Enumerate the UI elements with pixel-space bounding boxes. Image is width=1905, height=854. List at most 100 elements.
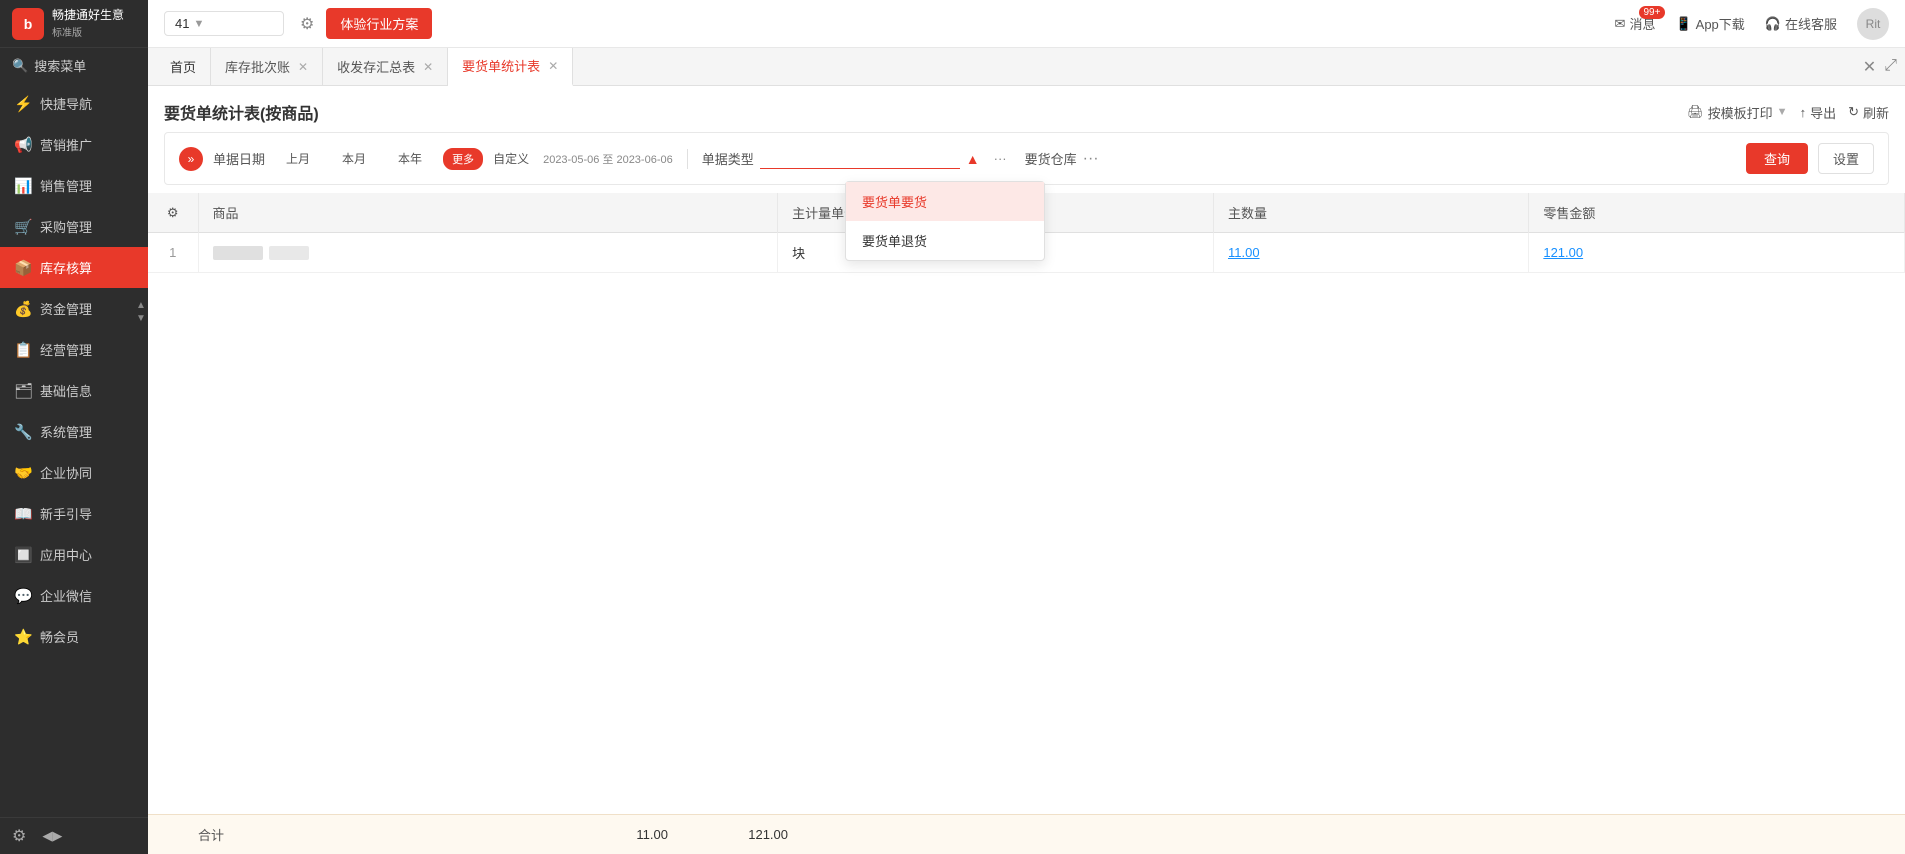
wechat-icon: 💬 bbox=[14, 587, 32, 605]
refresh-label: 刷新 bbox=[1863, 103, 1889, 122]
date-btn-7days[interactable]: 更多 bbox=[443, 148, 483, 170]
sidebar-item-wechat[interactable]: 💬 企业微信 bbox=[0, 575, 148, 616]
sidebar-item-sales[interactable]: 📊 销售管理 bbox=[0, 165, 148, 206]
sidebar-item-inventory-label: 库存核算 bbox=[40, 258, 92, 277]
sidebar-item-purchase[interactable]: 🛒 采购管理 bbox=[0, 206, 148, 247]
user-avatar[interactable]: Rit bbox=[1857, 8, 1889, 40]
tab-bar-controls: ✕ ⤢ bbox=[1863, 57, 1905, 77]
type-filter-label: 单据类型 bbox=[702, 149, 754, 168]
cell-product bbox=[198, 233, 778, 273]
app-logo: b 畅捷通好生意 标准版 bbox=[0, 0, 148, 48]
tab-receive-close[interactable]: ✕ bbox=[423, 60, 433, 74]
warehouse-filter-field: 要货仓库 ··· bbox=[1025, 149, 1099, 168]
type-filter-input[interactable] bbox=[760, 149, 960, 169]
print-label: 按模板打印 bbox=[1708, 103, 1773, 122]
filter-settings-btn[interactable]: 设置 bbox=[1818, 143, 1874, 174]
sidebar-item-basic-label: 基础信息 bbox=[40, 381, 92, 400]
guide-icon: 📖 bbox=[14, 505, 32, 523]
store-settings-btn[interactable]: ⚙ bbox=[300, 14, 314, 34]
date-btn-last-month[interactable]: 上月 bbox=[275, 145, 321, 172]
store-selector[interactable]: 41 ▼ bbox=[164, 11, 284, 36]
dropdown-item-requisition-order[interactable]: 要货单要货 bbox=[846, 182, 1044, 221]
tab-batch-close[interactable]: ✕ bbox=[298, 60, 308, 74]
date-btn-this-year[interactable]: 本年 bbox=[387, 145, 433, 172]
col-quantity: 主数量 bbox=[1213, 193, 1528, 233]
filter-expand-btn[interactable]: » bbox=[179, 147, 203, 171]
sidebar-item-basic[interactable]: 🗂 基础信息 bbox=[0, 370, 148, 411]
sales-icon: 📊 bbox=[14, 177, 32, 195]
online-service-btn[interactable]: 🎧 在线客服 bbox=[1765, 14, 1837, 33]
tab-requisition[interactable]: 要货单统计表 ✕ bbox=[448, 48, 573, 86]
sidebar-item-member[interactable]: ⭐ 畅会员 bbox=[0, 616, 148, 657]
sidebar: b 畅捷通好生意 标准版 🔍 搜索菜单 ⚡ 快捷导航 📢 营销推广 📊 销售管理… bbox=[0, 0, 148, 854]
app-sub: 标准版 bbox=[52, 24, 124, 39]
tab-receive[interactable]: 收发存汇总表 ✕ bbox=[323, 48, 448, 86]
type-filter-arrow[interactable]: ▲ bbox=[966, 151, 980, 167]
date-btn-custom[interactable]: 自定义 bbox=[493, 150, 529, 167]
amount-link[interactable]: 121.00 bbox=[1543, 245, 1583, 260]
sidebar-item-operations[interactable]: 📋 经营管理 bbox=[0, 329, 148, 370]
sidebar-item-member-label: 畅会员 bbox=[40, 627, 79, 646]
tab-batch-label: 库存批次账 bbox=[225, 57, 290, 76]
enterprise-icon: 🤝 bbox=[14, 464, 32, 482]
sidebar-item-enterprise[interactable]: 🤝 企业协同 bbox=[0, 452, 148, 493]
tab-close-all-btn[interactable]: ✕ bbox=[1863, 57, 1876, 77]
message-icon: ✉ bbox=[1615, 16, 1626, 32]
trial-btn[interactable]: 体验行业方案 bbox=[326, 8, 432, 39]
refresh-btn[interactable]: ↻ 刷新 bbox=[1848, 103, 1889, 122]
footer-amount: 121.00 bbox=[682, 827, 802, 842]
sidebar-item-marketing[interactable]: 📢 营销推广 bbox=[0, 124, 148, 165]
app-download-label: App下载 bbox=[1696, 14, 1745, 33]
sidebar-item-wechat-label: 企业微信 bbox=[40, 586, 92, 605]
export-btn[interactable]: ↑ 导出 bbox=[1800, 103, 1837, 122]
quantity-link[interactable]: 11.00 bbox=[1228, 245, 1260, 260]
sidebar-item-app-center[interactable]: 🔲 应用中心 bbox=[0, 534, 148, 575]
query-btn[interactable]: 查询 bbox=[1746, 143, 1808, 174]
sidebar-item-operations-label: 经营管理 bbox=[40, 340, 92, 359]
sidebar-item-quick-nav[interactable]: ⚡ 快捷导航 bbox=[0, 83, 148, 124]
tab-expand-btn[interactable]: ⤢ bbox=[1884, 57, 1897, 77]
purchase-icon: 🛒 bbox=[14, 218, 32, 236]
marketing-icon: 📢 bbox=[14, 136, 32, 154]
sidebar-scroll-up[interactable]: ▲ bbox=[136, 300, 146, 311]
sidebar-item-inventory[interactable]: 📦 库存核算 bbox=[0, 247, 148, 288]
sidebar-search[interactable]: 🔍 搜索菜单 bbox=[0, 48, 148, 83]
dropdown-item-requisition-return[interactable]: 要货单退货 bbox=[846, 221, 1044, 260]
tab-receive-label: 收发存汇总表 bbox=[337, 57, 415, 76]
tab-batch[interactable]: 库存批次账 ✕ bbox=[211, 48, 323, 86]
member-icon: ⭐ bbox=[14, 628, 32, 646]
tab-requisition-close[interactable]: ✕ bbox=[548, 59, 558, 73]
page-actions: 🖨 按模板打印 ▼ ↑ 导出 ↻ 刷新 bbox=[1687, 103, 1889, 122]
basic-icon: 🗂 bbox=[14, 382, 32, 400]
warehouse-filter-label: 要货仓库 bbox=[1025, 149, 1077, 168]
date-btn-this-month[interactable]: 本月 bbox=[331, 145, 377, 172]
export-icon: ↑ bbox=[1800, 105, 1807, 120]
col-settings[interactable]: ⚙ bbox=[148, 193, 198, 233]
page-content: 要货单统计表(按商品) 🖨 按模板打印 ▼ ↑ 导出 ↻ 刷新 » bbox=[148, 86, 1905, 854]
sidebar-item-guide[interactable]: 📖 新手引导 bbox=[0, 493, 148, 534]
type-filter-dots[interactable]: ··· bbox=[994, 151, 1007, 166]
sidebar-scroll-down[interactable]: ▼ bbox=[136, 313, 146, 324]
refresh-icon: ↻ bbox=[1848, 104, 1859, 120]
sidebar-item-purchase-label: 采购管理 bbox=[40, 217, 92, 236]
col-product: 商品 bbox=[198, 193, 778, 233]
sidebar-item-finance[interactable]: 💰 资金管理 bbox=[0, 288, 148, 329]
sidebar-toggle-btn[interactable]: ◀▶ bbox=[42, 828, 62, 844]
sidebar-item-marketing-label: 营销推广 bbox=[40, 135, 92, 154]
print-btn[interactable]: 🖨 按模板打印 ▼ bbox=[1687, 103, 1787, 122]
sidebar-bottom: ⚙ ◀▶ bbox=[0, 817, 148, 854]
print-icon: 🖨 bbox=[1687, 104, 1704, 120]
col-settings-icon: ⚙ bbox=[167, 205, 179, 220]
tab-home[interactable]: 首页 bbox=[156, 48, 211, 86]
top-header: 41 ▼ ⚙ 体验行业方案 ✉ 消息 99+ 📱 App下载 🎧 在线客服 Ri… bbox=[148, 0, 1905, 48]
tab-bar: 首页 库存批次账 ✕ 收发存汇总表 ✕ 要货单统计表 ✕ ✕ ⤢ bbox=[148, 48, 1905, 86]
online-service-icon: 🎧 bbox=[1765, 16, 1781, 32]
message-btn[interactable]: ✉ 消息 99+ bbox=[1615, 14, 1656, 33]
sidebar-settings-btn[interactable]: ⚙ bbox=[12, 826, 26, 846]
footer-quantity: 11.00 bbox=[562, 827, 682, 842]
date-range-display: 2023-05-06 至 2023-06-06 bbox=[543, 151, 673, 167]
sidebar-item-system[interactable]: 🔧 系统管理 bbox=[0, 411, 148, 452]
warehouse-filter-dots[interactable]: ··· bbox=[1083, 150, 1099, 168]
app-download-btn[interactable]: 📱 App下载 bbox=[1675, 14, 1744, 33]
search-icon: 🔍 bbox=[12, 58, 28, 74]
